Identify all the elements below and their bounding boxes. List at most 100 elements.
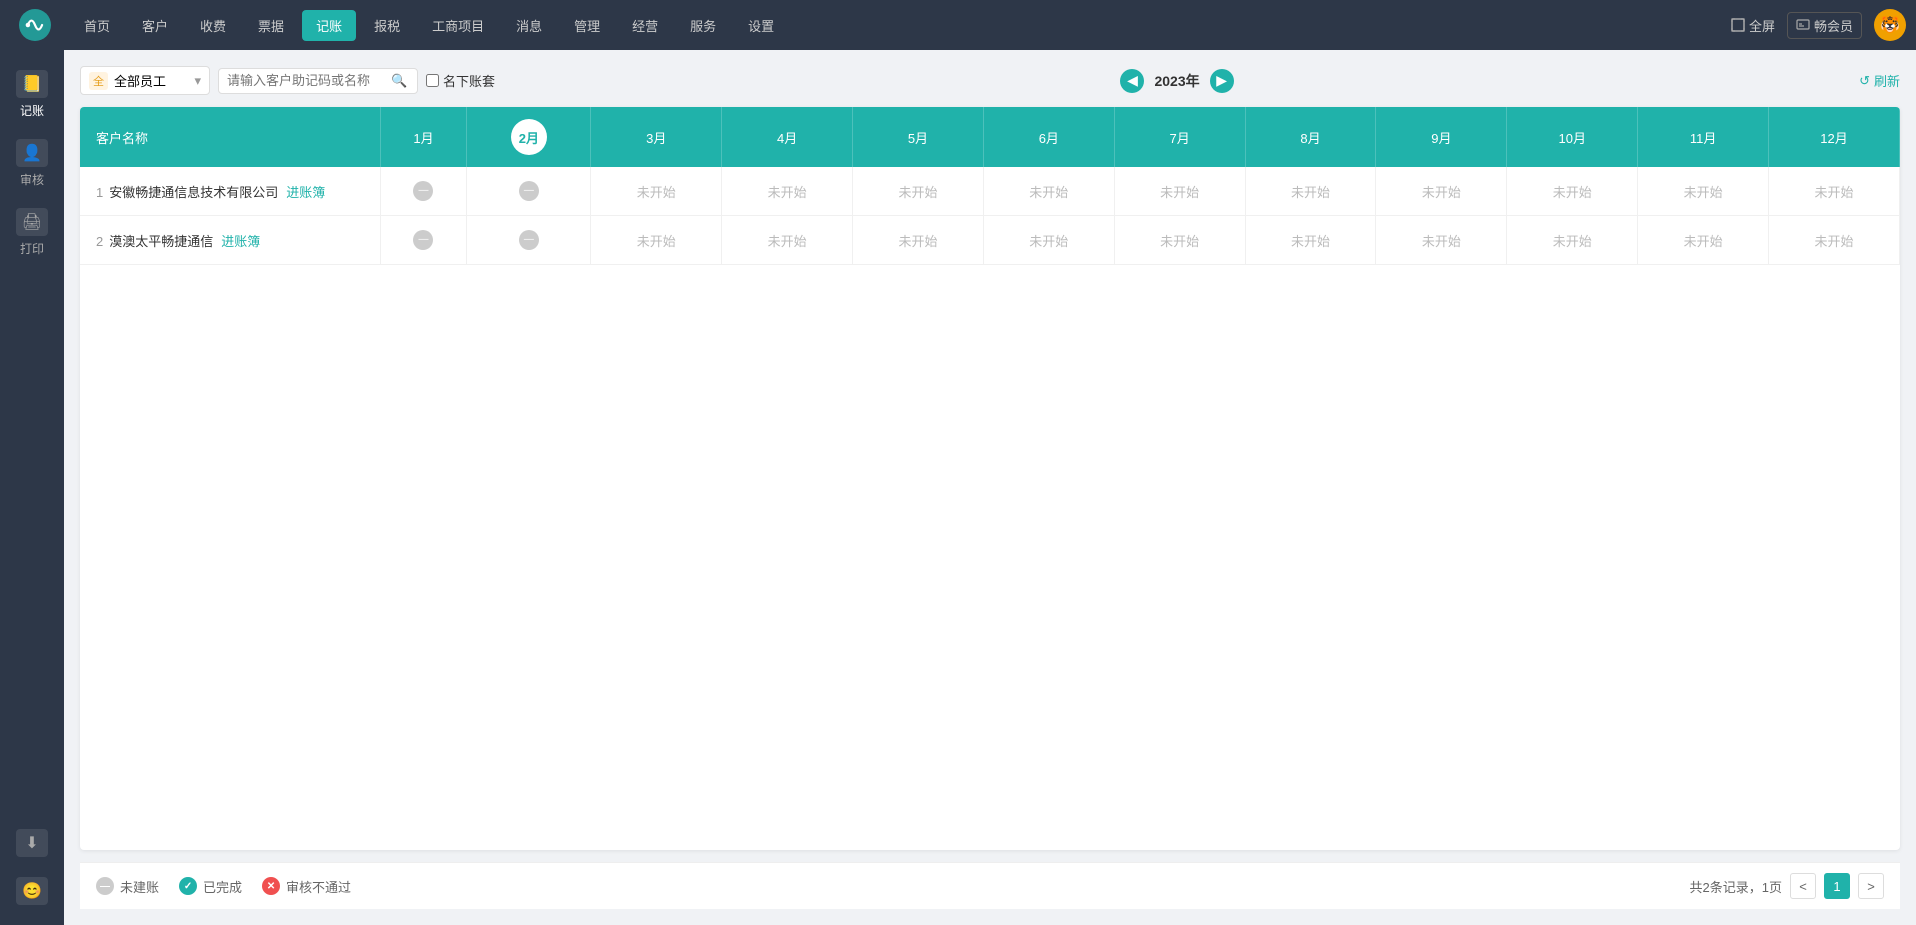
col-header-m6: 6月 <box>983 107 1114 167</box>
table-row: 1安徽畅捷通信息技术有限公司进账簿 未开始 未开始 未开始 未开始 未开始 未开始 未开始 未开… <box>80 167 1900 216</box>
status-dot-icon <box>519 230 539 250</box>
col-header-m5: 5月 <box>853 107 984 167</box>
my-ledger-checkbox-label[interactable]: 名下账套 <box>426 71 495 90</box>
employee-select[interactable]: 全 全部员工 ▾ <box>80 66 210 95</box>
col-header-m12: 12月 <box>1769 107 1900 167</box>
sidebar-download[interactable]: ⬇ <box>10 819 54 867</box>
nav-business[interactable]: 工商项目 <box>418 10 498 41</box>
refresh-icon: ↺ <box>1859 73 1870 89</box>
fullscreen-label: 全屏 <box>1749 16 1775 35</box>
col-header-m2: 2月 <box>467 107 591 167</box>
nav-tax[interactable]: 报税 <box>360 10 414 41</box>
search-input[interactable] <box>227 73 387 88</box>
cell-m6: 未开始 <box>983 216 1114 265</box>
month-highlight: 2月 <box>511 119 547 155</box>
nav-service[interactable]: 服务 <box>676 10 730 41</box>
sidebar-item-audit[interactable]: 👤 审核 <box>0 129 64 198</box>
total-records: 共2条记录，1页 <box>1690 877 1782 896</box>
cell-m11: 未开始 <box>1638 216 1769 265</box>
nav-message[interactable]: 消息 <box>502 10 556 41</box>
status-not-started: 未开始 <box>768 234 807 249</box>
cell-m11: 未开始 <box>1638 167 1769 216</box>
status-dot-icon <box>413 230 433 250</box>
year-prev-button[interactable]: ◀ <box>1120 69 1144 93</box>
status-not-started: 未开始 <box>1553 234 1592 249</box>
employee-tag: 全 <box>89 72 108 90</box>
top-navigation: 首页 客户 收费 票据 记账 报税 工商项目 消息 管理 经营 服务 设置 全屏 <box>0 0 1916 50</box>
cell-m5: 未开始 <box>853 167 984 216</box>
main-content: 全 全部员工 ▾ 🔍 名下账套 ◀ 2023年 ▶ ↺ 刷新 <box>64 50 1916 925</box>
page-current-button[interactable]: 1 <box>1824 873 1850 899</box>
sidebar-item-print-label: 打印 <box>20 240 44 257</box>
my-ledger-label: 名下账套 <box>443 71 495 90</box>
legend-dot-teal: ✓ <box>179 877 197 895</box>
cell-m9: 未开始 <box>1376 167 1507 216</box>
ledger-icon: 📒 <box>16 70 48 98</box>
sidebar-item-print[interactable]: 🖨 打印 <box>0 198 64 267</box>
refresh-button[interactable]: ↺ 刷新 <box>1859 71 1900 90</box>
status-not-started: 未开始 <box>637 185 676 200</box>
nav-operation[interactable]: 经营 <box>618 10 672 41</box>
legend-label-not-started: 未建账 <box>120 877 159 896</box>
cell-m5: 未开始 <box>853 216 984 265</box>
audit-icon: 👤 <box>16 139 48 167</box>
status-not-started: 未开始 <box>1160 234 1199 249</box>
print-icon: 🖨 <box>16 208 48 236</box>
cell-m1 <box>380 167 467 216</box>
search-icon[interactable]: 🔍 <box>391 73 407 89</box>
employee-label: 全部员工 <box>114 71 166 90</box>
col-header-m1: 1月 <box>380 107 467 167</box>
nav-management[interactable]: 管理 <box>560 10 614 41</box>
col-header-m10: 10月 <box>1507 107 1638 167</box>
year-display: 2023年 <box>1154 71 1199 91</box>
cell-m7: 未开始 <box>1114 216 1245 265</box>
nav-ledger[interactable]: 记账 <box>302 10 356 41</box>
col-header-m11: 11月 <box>1638 107 1769 167</box>
main-table: 客户名称 1月 2月 3月 4月 5月 6月 7月 8月 9月 10月 11月 <box>80 107 1900 265</box>
col-header-m8: 8月 <box>1245 107 1376 167</box>
status-not-started: 未开始 <box>1160 185 1199 200</box>
status-not-started: 未开始 <box>768 185 807 200</box>
nav-home[interactable]: 首页 <box>70 10 124 41</box>
legend-dot-red: ✕ <box>262 877 280 895</box>
legend-rejected: ✕ 审核不通过 <box>262 877 351 896</box>
member-button[interactable]: 畅会员 <box>1787 12 1862 39</box>
status-not-started: 未开始 <box>1291 185 1330 200</box>
avatar[interactable]: 🐯 <box>1874 9 1906 41</box>
sidebar-item-ledger[interactable]: 📒 记账 <box>0 60 64 129</box>
col-header-m9: 9月 <box>1376 107 1507 167</box>
cell-m9: 未开始 <box>1376 216 1507 265</box>
nav-customer[interactable]: 客户 <box>128 10 182 41</box>
status-not-started: 未开始 <box>1815 185 1854 200</box>
nav-invoice[interactable]: 票据 <box>244 10 298 41</box>
status-not-started: 未开始 <box>898 234 937 249</box>
status-not-started: 未开始 <box>1684 185 1723 200</box>
cell-m3: 未开始 <box>591 216 722 265</box>
cell-customer-name: 1安徽畅捷通信息技术有限公司进账簿 <box>80 167 380 216</box>
table-header-row: 客户名称 1月 2月 3月 4月 5月 6月 7月 8月 9月 10月 11月 <box>80 107 1900 167</box>
col-header-m7: 7月 <box>1114 107 1245 167</box>
sidebar-profile[interactable]: 😊 <box>10 867 54 915</box>
my-ledger-checkbox[interactable] <box>426 74 439 87</box>
enter-ledger-link[interactable]: 进账簿 <box>286 185 325 200</box>
year-nav: ◀ 2023年 ▶ <box>1120 69 1233 93</box>
enter-ledger-link[interactable]: 进账簿 <box>221 234 260 249</box>
nav-billing[interactable]: 收费 <box>186 10 240 41</box>
page-prev-button[interactable]: < <box>1790 873 1816 899</box>
col-header-name: 客户名称 <box>80 107 380 167</box>
status-not-started: 未开始 <box>1422 185 1461 200</box>
cell-customer-name: 2漠澳太平畅捷通信进账簿 <box>80 216 380 265</box>
main-layout: 📒 记账 👤 审核 🖨 打印 ⬇ 😊 全 全部员工 ▾ <box>0 50 1916 925</box>
year-next-button[interactable]: ▶ <box>1210 69 1234 93</box>
status-not-started: 未开始 <box>637 234 676 249</box>
cell-m4: 未开始 <box>722 167 853 216</box>
row-index: 1 <box>96 185 103 200</box>
nav-settings[interactable]: 设置 <box>734 10 788 41</box>
page-next-button[interactable]: > <box>1858 873 1884 899</box>
refresh-label: 刷新 <box>1874 71 1900 90</box>
download-icon: ⬇ <box>16 829 48 857</box>
fullscreen-button[interactable]: 全屏 <box>1731 16 1775 35</box>
status-not-started: 未开始 <box>1815 234 1854 249</box>
profile-icon: 😊 <box>16 877 48 905</box>
status-not-started: 未开始 <box>1029 234 1068 249</box>
